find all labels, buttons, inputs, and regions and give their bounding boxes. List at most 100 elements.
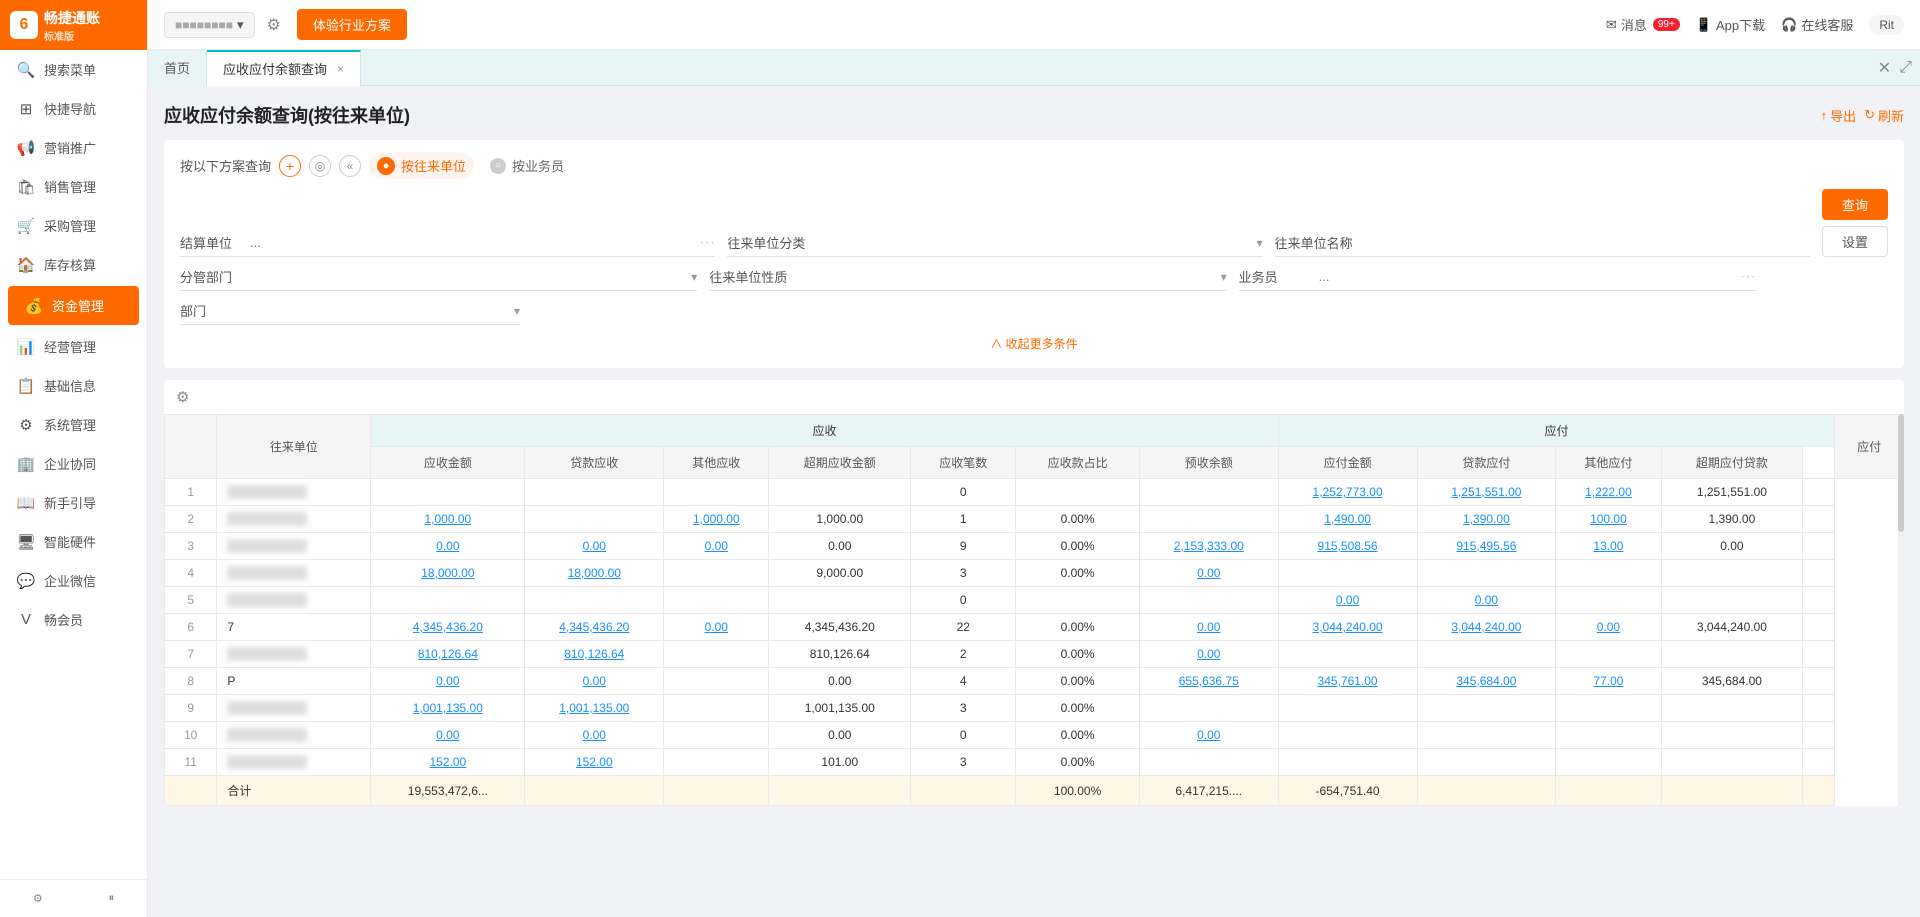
cell-overdue-rec: 1,000.00	[769, 506, 911, 533]
cell-prepaid	[1139, 587, 1278, 614]
th-prepaid: 预收余额	[1139, 447, 1278, 479]
sidebar-label-enterprise: 企业协同	[44, 454, 96, 473]
cell-overdue-pay	[1661, 749, 1803, 776]
sidebar-item-sales[interactable]: 🛍 销售管理	[0, 167, 147, 206]
cell-other-rec	[664, 749, 769, 776]
cell-other-rec: 0.00	[664, 614, 769, 641]
table-settings-icon[interactable]: ⚙	[176, 388, 189, 406]
cell-rec-count: 0	[911, 587, 1016, 614]
cell-rec-amount: 0.00	[371, 533, 525, 560]
sidebar-item-system[interactable]: ⚙ 系统管理	[0, 405, 147, 444]
message-btn[interactable]: ✉ 消息 99+	[1606, 15, 1680, 34]
scrollbar-thumb[interactable]	[1898, 414, 1904, 532]
table-row: 7 810,126.64 810,126.64 810,126.64 2 0.0…	[165, 641, 1904, 668]
cell-rec-count: 0	[911, 722, 1016, 749]
salesman-dots: ···	[1740, 268, 1756, 286]
partner-name-field: 往来单位名称	[1275, 233, 1810, 257]
cell-rec-ratio: 0.00%	[1016, 749, 1139, 776]
cell-partner	[217, 479, 371, 506]
cell-loan-rec	[525, 479, 664, 506]
cell-loan-rec: 0.00	[525, 722, 664, 749]
table-row: 3 0.00 0.00 0.00 0.00 9 0.00% 2,153,333.…	[165, 533, 1904, 560]
cell-num: 11	[165, 749, 217, 776]
filter-add-btn[interactable]: +	[279, 155, 301, 177]
partner-name-input[interactable]	[1355, 235, 1810, 250]
filter-by-partner[interactable]: ● 按往来单位	[369, 152, 474, 179]
cell-num: 2	[165, 506, 217, 533]
export-btn[interactable]: ↑ 导出	[1821, 106, 1857, 125]
cell-loan-pay: 915,495.56	[1417, 533, 1556, 560]
tab-home[interactable]: 首页	[148, 50, 207, 86]
sidebar-item-purchase[interactable]: 🛒 采购管理	[0, 206, 147, 245]
settlement-unit-input[interactable]	[250, 235, 699, 250]
sidebar-label-wechat: 企业微信	[44, 571, 96, 590]
cell-overdue-pay	[1661, 722, 1803, 749]
collapse-more-btn[interactable]: ∧ 收起更多条件	[180, 331, 1888, 356]
cell-rec-amount: 1,001,135.00	[371, 695, 525, 722]
cell-other-pay: 1,222.00	[1556, 479, 1661, 506]
table-scroll-container[interactable]: 往来单位 应收 应付 应付 应收金额 贷款应收 其他应收 超期应收金额 应收笔数…	[164, 414, 1904, 806]
footer-empty4	[769, 776, 911, 806]
footer-empty3	[664, 776, 769, 806]
sidebar-label-hardware: 智能硬件	[44, 532, 96, 551]
partner-option-icon: ●	[377, 157, 395, 175]
filter-row-1: 结算单位 ··· 往来单位分类 ▾ 往来单位名称 查询 设置	[180, 189, 1888, 257]
sidebar-item-search[interactable]: 🔍 搜索菜单	[0, 50, 147, 89]
company-selector[interactable]: ■■■■■■■■ ▾	[164, 12, 255, 38]
filter-by-salesman[interactable]: ○ 按业务员	[482, 152, 572, 179]
cell-num: 4	[165, 560, 217, 587]
refresh-btn[interactable]: ↻ 刷新	[1864, 106, 1904, 125]
sidebar-item-operations[interactable]: 📊 经营管理	[0, 327, 147, 366]
filter-row-3: 部门 ▾	[180, 301, 1888, 325]
salesman-input[interactable]	[1319, 269, 1740, 284]
cell-rec-ratio: 0.00%	[1016, 506, 1139, 533]
online-service-btn[interactable]: 🎧 在线客服	[1781, 15, 1853, 34]
cell-overdue-pay	[1661, 587, 1803, 614]
query-btn[interactable]: 查询	[1822, 189, 1888, 220]
cell-other-pay: 13.00	[1556, 533, 1661, 560]
sidebar-collapse-btn[interactable]: ⏸	[105, 888, 119, 909]
tab-close-icon[interactable]: ×	[337, 62, 344, 76]
sidebar-item-marketing[interactable]: 📢 营销推广	[0, 128, 147, 167]
sidebar-item-guide[interactable]: 📖 新手引导	[0, 483, 147, 522]
cell-pay-amount	[1278, 749, 1417, 776]
sidebar-item-finance[interactable]: 💰 资金管理	[8, 286, 139, 325]
settings-icon[interactable]: ⚙	[267, 15, 281, 35]
settlement-unit-dots: ···	[699, 234, 715, 252]
cell-other-rec: 0.00	[664, 533, 769, 560]
message-icon: ✉	[1606, 17, 1617, 33]
filter-set-btn[interactable]: ◎	[309, 155, 331, 177]
cell-rec-ratio: 0.00%	[1016, 668, 1139, 695]
operations-icon: 📊	[16, 338, 36, 356]
cta-button[interactable]: 体验行业方案	[297, 9, 407, 40]
sidebar-settings-btn[interactable]: ⚙	[29, 888, 47, 909]
cell-other-rec	[664, 695, 769, 722]
window-close-btn[interactable]: ✕	[1878, 58, 1891, 78]
sidebar-item-base-info[interactable]: 📋 基础信息	[0, 366, 147, 405]
sidebar-item-hardware[interactable]: 🖥 智能硬件	[0, 522, 147, 561]
table-row: 1 0 1,252,773.00 1,251,551.00 1,222.00 1…	[165, 479, 1904, 506]
sidebar-item-inventory[interactable]: 🏠 库存核算	[0, 245, 147, 284]
search-icon: 🔍	[16, 61, 36, 79]
sidebar-item-enterprise[interactable]: 🏢 企业协同	[0, 444, 147, 483]
cell-other-pay	[1556, 695, 1661, 722]
table-row: 6 7 4,345,436.20 4,345,436.20 0.00 4,345…	[165, 614, 1904, 641]
window-maximize-btn[interactable]: ⤢	[1899, 59, 1912, 77]
sidebar-item-wechat[interactable]: 💬 企业微信	[0, 561, 147, 600]
vertical-scrollbar[interactable]	[1898, 414, 1904, 806]
settings-btn[interactable]: 设置	[1822, 226, 1888, 257]
download-icon: 📱	[1696, 17, 1712, 33]
user-info[interactable]: Rit	[1869, 15, 1904, 35]
app-download-btn[interactable]: 📱 App下载	[1696, 15, 1765, 34]
sidebar-item-quick-nav[interactable]: ⊞ 快捷导航	[0, 89, 147, 128]
cell-other-pay	[1556, 587, 1661, 614]
footer-empty7	[1556, 776, 1661, 806]
tab-active[interactable]: 应收应付余额查询 ×	[207, 50, 361, 86]
sidebar-item-member[interactable]: V 畅会员	[0, 600, 147, 639]
cell-loan-pay	[1417, 560, 1556, 587]
page-header: 应收应付余额查询(按往来单位) ↑ 导出 ↻ 刷新	[164, 102, 1904, 128]
table-toolbar: ⚙	[164, 380, 1904, 414]
th-partner: 往来单位	[217, 415, 371, 479]
filter-section: 按以下方案查询 + ◎ « ● 按往来单位 ○ 按业务员 结算单位 ···	[164, 140, 1904, 368]
filter-collapse-btn[interactable]: «	[339, 155, 361, 177]
